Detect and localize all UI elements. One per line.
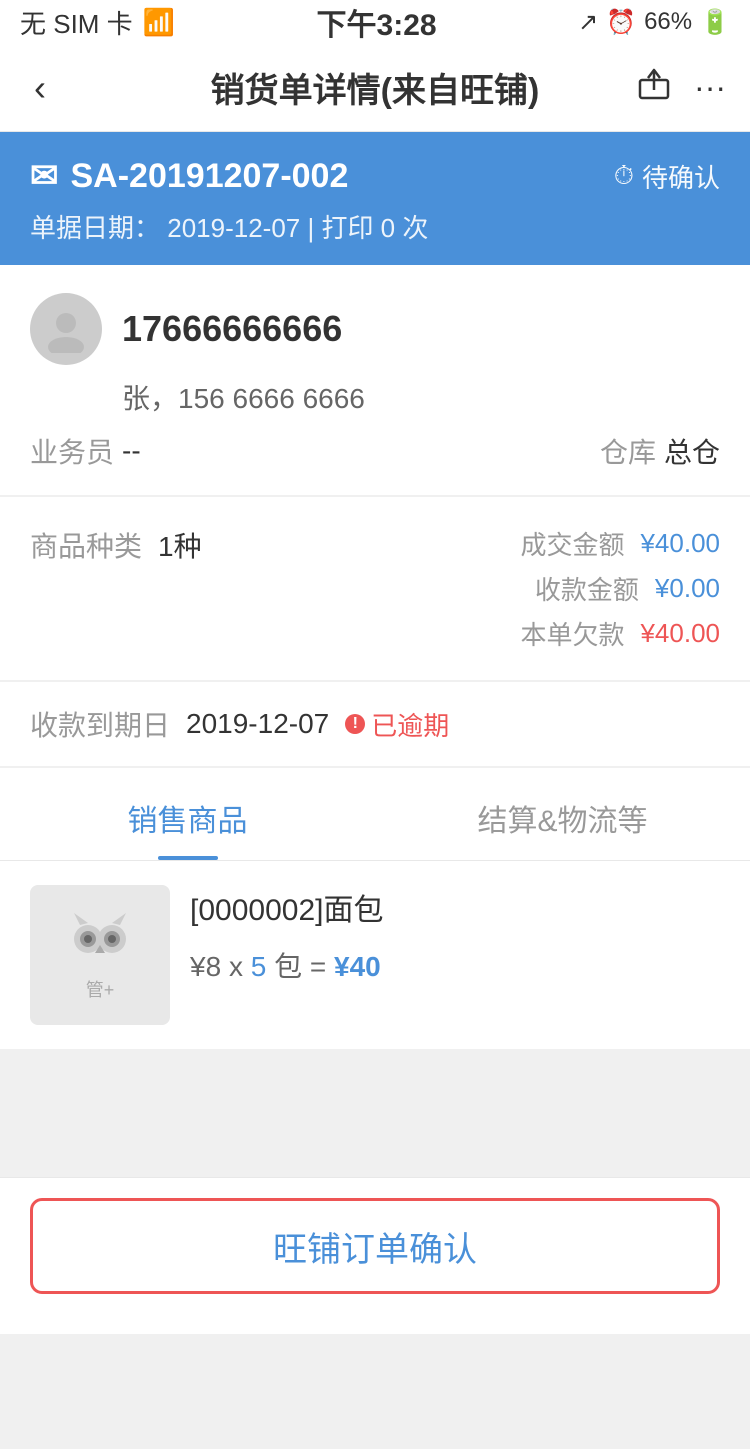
price-multiply: x bbox=[229, 951, 251, 982]
product-type-value: 1种 bbox=[158, 525, 202, 565]
product-name: [0000002]面包 bbox=[190, 885, 720, 929]
received-value: ¥0.00 bbox=[655, 573, 720, 604]
tabs-header: 销售商品 结算&物流等 bbox=[0, 768, 750, 861]
alarm-icon: ⏰ bbox=[606, 8, 636, 37]
amount-label: 成交金额 bbox=[520, 525, 624, 562]
status-left: 无 SIM 卡 📶 bbox=[20, 4, 175, 41]
amount-value: ¥40.00 bbox=[640, 528, 720, 559]
overdue-icon: ! bbox=[345, 714, 365, 734]
due-label: 收款到期日 bbox=[30, 704, 170, 744]
product-logo-text: 管+ bbox=[60, 976, 140, 1002]
bottom-bar: 旺铺订单确认 bbox=[0, 1177, 750, 1334]
page-title: 销货单详情(来自旺铺) bbox=[211, 63, 540, 112]
product-info: [0000002]面包 ¥8 x 5 包 = ¥40 bbox=[190, 885, 720, 985]
status-time: 下午3:28 bbox=[317, 0, 437, 44]
warehouse-meta: 仓库 总仓 bbox=[600, 431, 720, 471]
product-image: 管+ bbox=[30, 885, 170, 1025]
sim-text: 无 SIM 卡 bbox=[20, 4, 133, 41]
price-equals: = bbox=[310, 951, 334, 982]
product-type-item: 商品种类 1种 bbox=[30, 525, 520, 565]
tabs-section: 销售商品 结算&物流等 bbox=[0, 768, 750, 1049]
product-list: 管+ [0000002]面包 ¥8 x 5 包 = ¥40 bbox=[0, 861, 750, 1049]
owed-row: 本单欠款 ¥40.00 bbox=[520, 615, 720, 652]
overdue-text: 已逾期 bbox=[371, 706, 449, 743]
avatar bbox=[30, 293, 102, 365]
price-unit: ¥8 bbox=[190, 951, 221, 982]
order-id-text: SA-20191207-002 bbox=[71, 157, 349, 196]
product-item: 管+ [0000002]面包 ¥8 x 5 包 = ¥40 bbox=[30, 885, 720, 1025]
status-right: ↗ ⏰ 66% 🔋 bbox=[578, 8, 730, 37]
sales-meta: 业务员 -- bbox=[30, 431, 141, 471]
overdue-badge: ! 已逾期 bbox=[345, 706, 449, 743]
product-type-label: 商品种类 bbox=[30, 525, 142, 565]
summary-section: 商品种类 1种 成交金额 ¥40.00 收款金额 ¥0.00 本单欠款 ¥40.… bbox=[0, 497, 750, 680]
sales-label: 业务员 bbox=[30, 431, 114, 471]
product-code: [0000002] bbox=[190, 894, 323, 927]
customer-phone: 17666666666 bbox=[122, 308, 342, 350]
battery-text: 66% bbox=[644, 8, 692, 36]
owed-label: 本单欠款 bbox=[520, 615, 624, 652]
status-clock-icon: ⏱ bbox=[614, 160, 634, 192]
status-text: 待确认 bbox=[642, 158, 720, 195]
order-id: ✉ SA-20191207-002 bbox=[30, 156, 348, 196]
warehouse-label: 仓库 bbox=[600, 431, 656, 471]
order-date-label: 单据日期： bbox=[30, 213, 160, 243]
order-date-value: 2019-12-07 bbox=[167, 213, 300, 243]
product-total: ¥40 bbox=[334, 951, 381, 982]
sales-value: -- bbox=[122, 435, 141, 467]
share-icon[interactable] bbox=[638, 68, 670, 108]
location-icon: ↗ bbox=[578, 8, 598, 37]
customer-meta: 业务员 -- 仓库 总仓 bbox=[30, 431, 720, 471]
order-print-info: | 打印 0 次 bbox=[307, 213, 428, 243]
more-icon[interactable]: ··· bbox=[694, 69, 726, 106]
product-price: ¥8 x 5 包 = ¥40 bbox=[190, 945, 720, 985]
customer-section: 17666666666 张，156 6666 6666 业务员 -- 仓库 总仓 bbox=[0, 265, 750, 495]
customer-name: 张，156 6666 6666 bbox=[30, 377, 720, 417]
amount-row: 成交金额 ¥40.00 bbox=[520, 525, 720, 562]
received-label: 收款金额 bbox=[535, 570, 639, 607]
order-icon: ✉ bbox=[30, 156, 59, 196]
wifi-icon: 📶 bbox=[143, 7, 175, 38]
due-date-value: 2019-12-07 bbox=[186, 708, 329, 740]
due-date-section: 收款到期日 2019-12-07 ! 已逾期 bbox=[0, 682, 750, 766]
order-status: ⏱ 待确认 bbox=[614, 158, 720, 195]
order-date-row: 单据日期： 2019-12-07 | 打印 0 次 bbox=[30, 208, 720, 245]
product-name-text: 面包 bbox=[323, 894, 383, 927]
received-row: 收款金额 ¥0.00 bbox=[535, 570, 720, 607]
nav-bar: ‹ 销货单详情(来自旺铺) ··· bbox=[0, 44, 750, 132]
back-button[interactable]: ‹ bbox=[24, 57, 56, 119]
owed-value: ¥40.00 bbox=[640, 618, 720, 649]
product-logo bbox=[60, 909, 140, 976]
nav-right-actions: ··· bbox=[638, 68, 726, 108]
battery-icon: 🔋 bbox=[700, 8, 730, 37]
product-qty: 5 bbox=[251, 951, 267, 982]
tab-sales-products[interactable]: 销售商品 bbox=[0, 768, 375, 860]
confirm-button[interactable]: 旺铺订单确认 bbox=[30, 1198, 720, 1294]
order-header: ✉ SA-20191207-002 ⏱ 待确认 单据日期： 2019-12-07… bbox=[0, 132, 750, 265]
warehouse-value: 总仓 bbox=[664, 431, 720, 471]
tab-settlement[interactable]: 结算&物流等 bbox=[375, 768, 750, 860]
status-bar: 无 SIM 卡 📶 下午3:28 ↗ ⏰ 66% 🔋 bbox=[0, 0, 750, 44]
product-unit: 包 bbox=[274, 951, 302, 982]
